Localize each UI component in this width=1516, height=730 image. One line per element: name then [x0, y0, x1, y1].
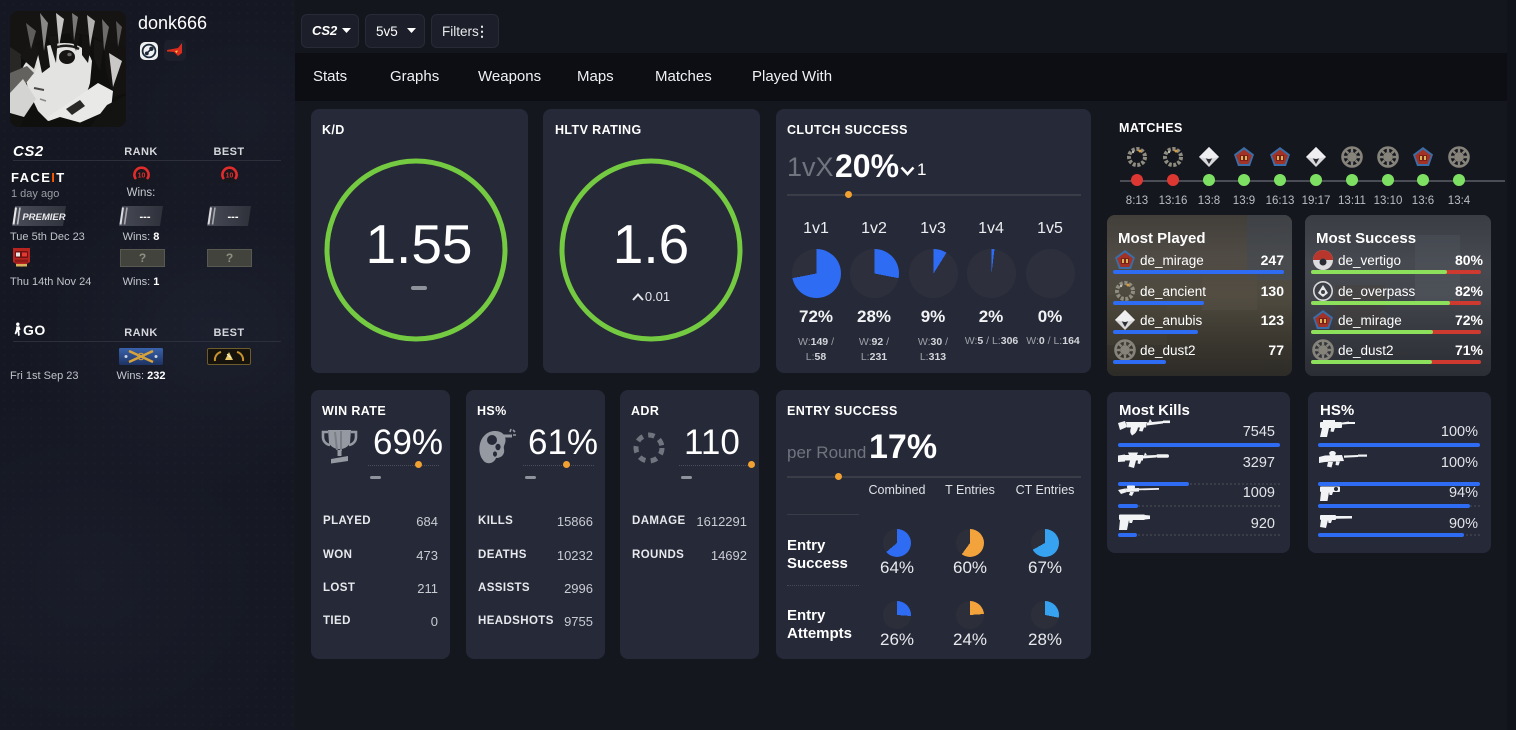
svg-text:---: ---	[140, 211, 151, 223]
svg-text:PREMIER: PREMIER	[22, 212, 65, 223]
svg-text:GO: GO	[23, 322, 46, 337]
svg-text:---: ---	[228, 211, 239, 223]
svg-text:10: 10	[138, 172, 146, 179]
svg-text:10: 10	[226, 172, 234, 179]
